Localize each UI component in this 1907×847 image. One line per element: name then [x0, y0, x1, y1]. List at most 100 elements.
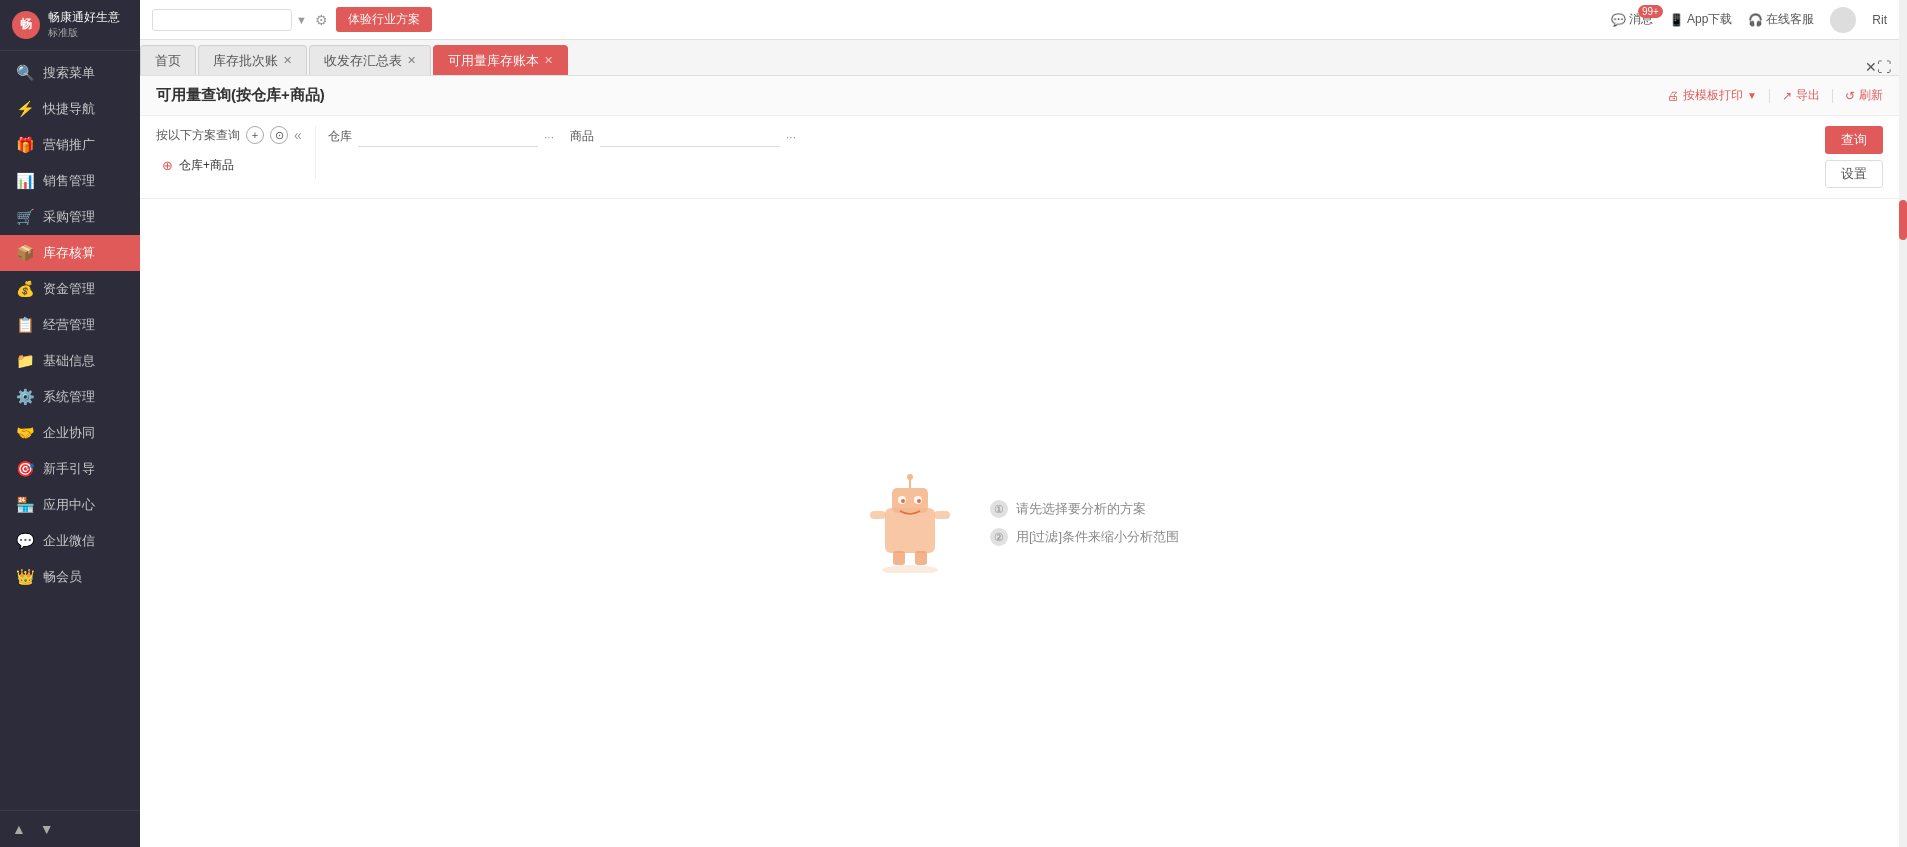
topbar-industry-btn[interactable]: 体验行业方案	[336, 7, 432, 32]
export-label: 导出	[1796, 87, 1820, 104]
sidebar-item-fund-mgmt[interactable]: 💰资金管理	[0, 271, 140, 307]
sidebar-item-purchase-mgmt[interactable]: 🛒采购管理	[0, 199, 140, 235]
filter-buttons: 查询 设置	[1815, 126, 1883, 188]
app-download-label: App下载	[1687, 11, 1732, 28]
scheme-header-text: 按以下方案查询	[156, 127, 240, 144]
sidebar-scroll-up[interactable]: ▲	[8, 819, 30, 839]
tip-text-2: 用[过滤]条件来缩小分析范围	[1016, 528, 1179, 546]
product-input[interactable]	[600, 126, 780, 147]
tip-num-1: ①	[990, 500, 1008, 518]
sidebar-footer: ▲ ▼	[0, 810, 140, 847]
print-btn[interactable]: 🖨 按模板打印 ▼	[1667, 87, 1757, 104]
page-header: 可用量查询(按仓库+商品) 🖨 按模板打印 ▼ ↗ 导出 ↺ 刷新	[140, 76, 1899, 116]
scroll-thumb[interactable]	[1899, 200, 1907, 240]
message-icon: 💬	[1611, 13, 1626, 27]
tab-label-batch-ledger: 库存批次账	[213, 52, 278, 70]
topbar-app-download[interactable]: 📱 App下载	[1669, 11, 1732, 28]
enterprise-coop-icon: 🤝	[16, 424, 35, 442]
member-icon: 👑	[16, 568, 35, 586]
topbar-avatar	[1830, 7, 1856, 33]
sidebar-item-label-system-mgmt: 系统管理	[43, 388, 95, 406]
sidebar-item-enterprise-coop[interactable]: 🤝企业协同	[0, 415, 140, 451]
sidebar-item-label-sales-mgmt: 销售管理	[43, 172, 95, 190]
filter-fields: 仓库 ··· 商品 ···	[328, 126, 1803, 147]
tab-close-available-ledger[interactable]: ✕	[544, 54, 553, 67]
tab-close-all[interactable]: ✕	[1865, 59, 1877, 75]
enterprise-wechat-icon: 💬	[16, 532, 35, 550]
filter-scheme-panel: 按以下方案查询 + ⊙ « ⊕ 仓库+商品	[156, 126, 316, 179]
topbar-service[interactable]: 🎧 在线客服	[1748, 11, 1814, 28]
scheme-collapse-btn[interactable]: «	[294, 127, 302, 143]
print-icon: 🖨	[1667, 89, 1679, 103]
sidebar-item-label-shortcut: 快捷导航	[43, 100, 95, 118]
svg-point-5	[917, 499, 921, 503]
topbar-right: 💬 消息 99+ 📱 App下载 🎧 在线客服 Rit	[1611, 7, 1887, 33]
sidebar-item-inventory[interactable]: 📦库存核算	[0, 235, 140, 271]
tab-expand[interactable]: ⛶	[1877, 59, 1891, 75]
page-title: 可用量查询(按仓库+商品)	[156, 86, 325, 105]
topbar-gear-icon[interactable]: ⚙	[315, 12, 328, 28]
topbar-username: Rit	[1872, 13, 1887, 27]
empty-tip-1: ① 请先选择要分析的方案	[990, 500, 1179, 518]
page-header-actions: 🖨 按模板打印 ▼ ↗ 导出 ↺ 刷新	[1667, 87, 1883, 104]
topbar-notification[interactable]: 💬 消息 99+	[1611, 11, 1653, 28]
shortcut-icon: ⚡	[16, 100, 35, 118]
tab-available-ledger[interactable]: 可用量库存账本✕	[433, 45, 568, 75]
purchase-mgmt-icon: 🛒	[16, 208, 35, 226]
sidebar-item-shortcut[interactable]: ⚡ 快捷导航	[0, 91, 140, 127]
empty-state: ① 请先选择要分析的方案 ② 用[过滤]条件来缩小分析范围	[140, 199, 1899, 847]
scheme-add-btn[interactable]: +	[246, 126, 264, 144]
sidebar: 畅 畅康通好生意 标准版 🔍搜索菜单⚡快捷导航🎁营销推广📊销售管理🛒采购管理📦库…	[0, 0, 140, 847]
tab-home[interactable]: 首页	[140, 45, 196, 75]
svg-rect-10	[893, 551, 905, 565]
scheme-settings-btn[interactable]: ⊙	[270, 126, 288, 144]
topbar-search: ▼	[152, 9, 307, 31]
product-more-btn[interactable]: ···	[786, 130, 796, 144]
warehouse-input[interactable]	[358, 126, 538, 147]
tip-num-2: ②	[990, 528, 1008, 546]
tab-batch-ledger[interactable]: 库存批次账 ✕	[198, 45, 307, 75]
tabs-bar: 首页库存批次账✕收发存汇总表✕可用量库存账本✕ ✕ ⛶	[140, 40, 1899, 76]
filter-settings-btn[interactable]: 设置	[1825, 160, 1883, 188]
right-scrollbar	[1899, 0, 1907, 847]
sidebar-item-new-guide[interactable]: 🎯新手引导	[0, 451, 140, 487]
empty-tips: ① 请先选择要分析的方案 ② 用[过滤]条件来缩小分析范围	[990, 500, 1179, 546]
sidebar-item-member[interactable]: 👑畅会员	[0, 559, 140, 595]
export-btn[interactable]: ↗ 导出	[1782, 87, 1820, 104]
sales-mgmt-icon: 📊	[16, 172, 35, 190]
notification-badge: 99+	[1638, 5, 1663, 18]
query-btn[interactable]: 查询	[1825, 126, 1883, 154]
search-icon: 🔍	[16, 64, 35, 82]
service-label: 在线客服	[1766, 11, 1814, 28]
sidebar-subtitle: 标准版	[48, 26, 120, 40]
sidebar-scroll-down[interactable]: ▼	[36, 819, 58, 839]
tab-close-batch-ledger[interactable]: ✕	[283, 54, 292, 67]
sidebar-item-operation-mgmt[interactable]: 📋经营管理	[0, 307, 140, 343]
sidebar-item-marketing-promo[interactable]: 🎁营销推广	[0, 127, 140, 163]
print-label: 按模板打印	[1683, 87, 1743, 104]
app-center-icon: 🏪	[16, 496, 35, 514]
sidebar-item-basic-info[interactable]: 📁 基础信息	[0, 343, 140, 379]
scheme-item[interactable]: ⊕ 仓库+商品	[156, 152, 305, 179]
sidebar-item-app-center[interactable]: 🏪应用中心	[0, 487, 140, 523]
topbar-search-input[interactable]	[152, 9, 292, 31]
svg-point-12	[882, 565, 938, 573]
marketing-promo-icon: 🎁	[16, 136, 35, 154]
sidebar-item-search[interactable]: 🔍搜索菜单	[0, 55, 140, 91]
warehouse-more-btn[interactable]: ···	[544, 130, 554, 144]
sidebar-item-label-inventory: 库存核算	[43, 244, 95, 262]
sidebar-item-enterprise-wechat[interactable]: 💬企业微信	[0, 523, 140, 559]
sidebar-item-label-basic-info: 基础信息	[43, 352, 95, 370]
svg-rect-8	[870, 511, 886, 519]
svg-point-7	[907, 474, 913, 480]
sidebar-item-system-mgmt[interactable]: ⚙️系统管理	[0, 379, 140, 415]
refresh-btn[interactable]: ↺ 刷新	[1845, 87, 1883, 104]
topbar-chevron-icon[interactable]: ▼	[296, 14, 307, 26]
basic-info-icon: 📁	[16, 352, 35, 370]
tab-receive-ledger[interactable]: 收发存汇总表✕	[309, 45, 431, 75]
tab-close-receive-ledger[interactable]: ✕	[407, 54, 416, 67]
filter-row: 仓库 ··· 商品 ···	[328, 126, 1803, 147]
empty-tip-2: ② 用[过滤]条件来缩小分析范围	[990, 528, 1179, 546]
sidebar-item-sales-mgmt[interactable]: 📊 销售管理	[0, 163, 140, 199]
export-icon: ↗	[1782, 89, 1792, 103]
